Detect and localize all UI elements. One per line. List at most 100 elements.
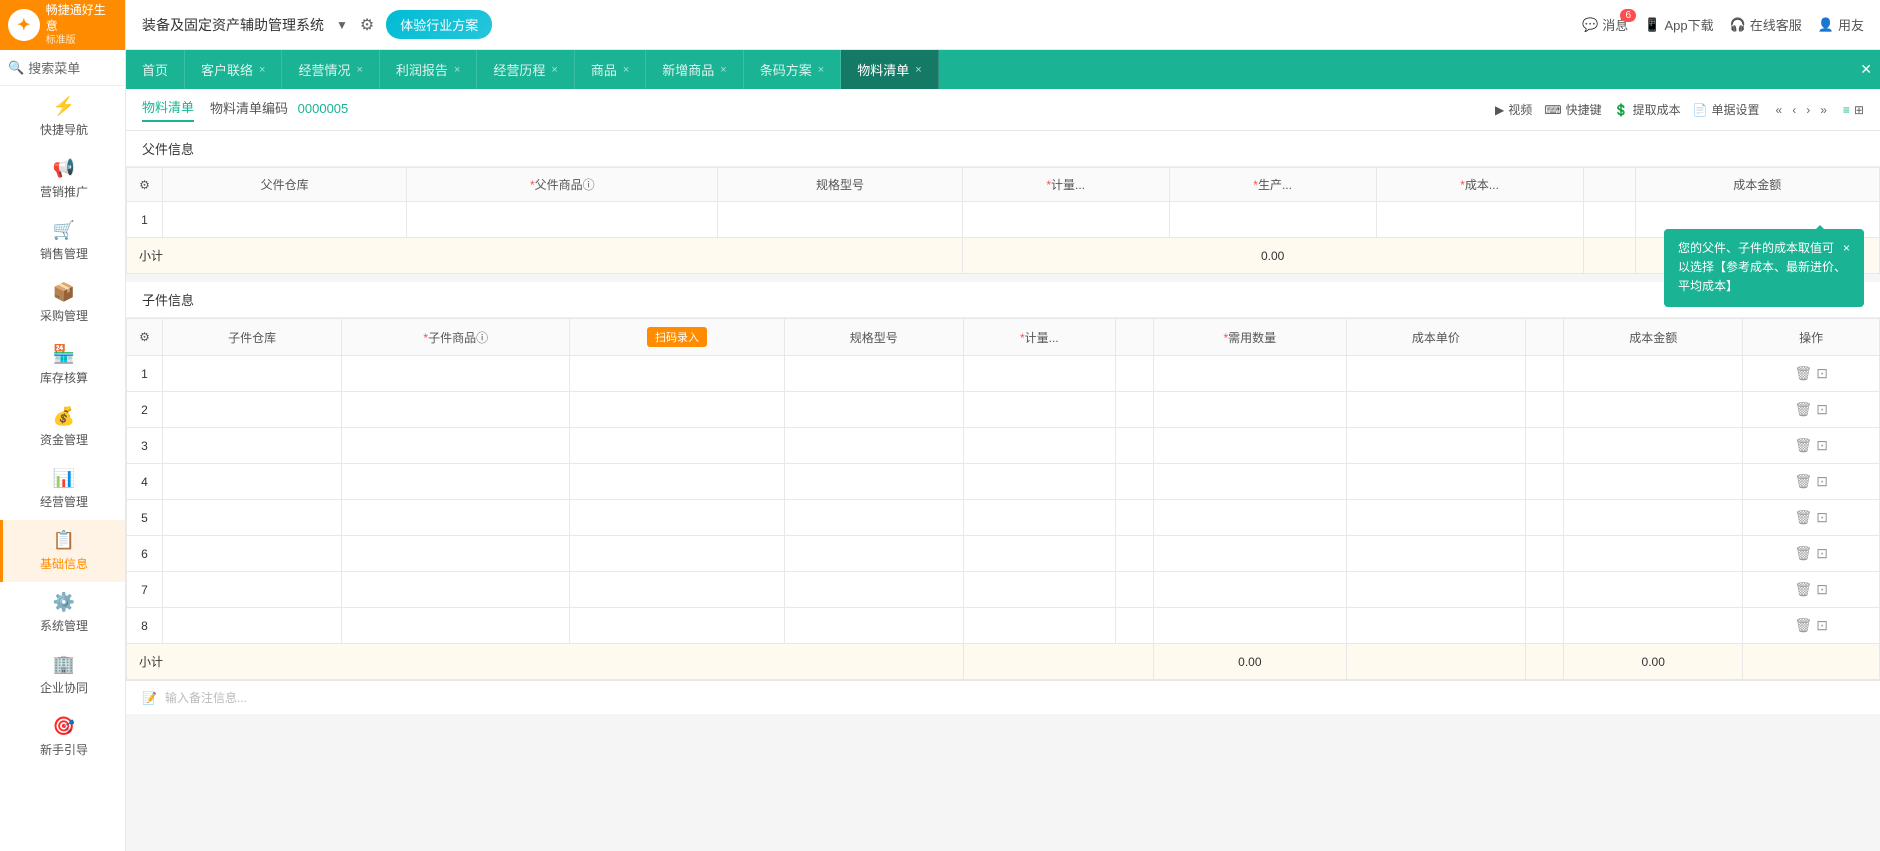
tab-history[interactable]: 经营历程 × bbox=[477, 50, 574, 89]
list-view-btn[interactable]: ≡ bbox=[1843, 103, 1850, 117]
copy-icon-7[interactable]: ⊡ bbox=[1816, 581, 1828, 598]
sidebar-item-finance[interactable]: 💰 资金管理 bbox=[0, 396, 125, 458]
child-row-7-unit-cost[interactable] bbox=[1346, 572, 1525, 608]
tab-barcode-close[interactable]: × bbox=[818, 64, 824, 76]
child-row-7-warehouse[interactable] bbox=[163, 572, 342, 608]
delete-icon-2[interactable]: 🗑 bbox=[1794, 401, 1812, 418]
child-row-8-qty[interactable] bbox=[1153, 608, 1346, 644]
tab-home[interactable]: 首页 bbox=[126, 50, 185, 89]
child-row-1-spec[interactable] bbox=[784, 356, 963, 392]
child-row-6-qty[interactable] bbox=[1153, 536, 1346, 572]
child-th-scan[interactable]: 扫码录入 bbox=[570, 319, 784, 356]
settings-button[interactable]: 📄 单据设置 bbox=[1693, 101, 1760, 118]
child-row-2-unit[interactable] bbox=[963, 392, 1115, 428]
child-row-5-spec[interactable] bbox=[784, 500, 963, 536]
tab-barcode[interactable]: 条码方案 × bbox=[744, 50, 841, 89]
system-dropdown[interactable]: ▼ bbox=[336, 18, 348, 32]
delete-icon-1[interactable]: 🗑 bbox=[1794, 365, 1812, 382]
copy-icon-2[interactable]: ⊡ bbox=[1816, 401, 1828, 418]
child-row-1-unit-cost[interactable] bbox=[1346, 356, 1525, 392]
copy-icon-5[interactable]: ⊡ bbox=[1816, 509, 1828, 526]
tab-profit-close[interactable]: × bbox=[454, 64, 460, 76]
tab-bom[interactable]: 物料清单 × bbox=[841, 50, 938, 89]
delete-icon-3[interactable]: 🗑 bbox=[1794, 437, 1812, 454]
child-row-3-qty[interactable] bbox=[1153, 428, 1346, 464]
sidebar-item-system[interactable]: ⚙️ 系统管理 bbox=[0, 582, 125, 644]
tab-bom-close[interactable]: × bbox=[915, 64, 921, 76]
parent-row-1-production[interactable] bbox=[1169, 202, 1376, 238]
child-row-7-unit[interactable] bbox=[963, 572, 1115, 608]
user-menu[interactable]: 👤 用友 bbox=[1818, 15, 1864, 34]
sidebar-item-sales[interactable]: 🛒 销售管理 bbox=[0, 210, 125, 272]
copy-icon-3[interactable]: ⊡ bbox=[1816, 437, 1828, 454]
child-row-3-warehouse[interactable] bbox=[163, 428, 342, 464]
child-row-7-goods[interactable] bbox=[342, 572, 570, 608]
grid-view-btn[interactable]: ⊞ bbox=[1854, 103, 1864, 117]
child-row-5-unit-cost[interactable] bbox=[1346, 500, 1525, 536]
tab-operations-close[interactable]: × bbox=[356, 64, 362, 76]
sidebar-item-guide[interactable]: 🎯 新手引导 bbox=[0, 706, 125, 768]
tab-history-close[interactable]: × bbox=[551, 64, 557, 76]
copy-icon-6[interactable]: ⊡ bbox=[1816, 545, 1828, 562]
tab-add-goods[interactable]: 新增商品 × bbox=[646, 50, 743, 89]
child-row-4-warehouse[interactable] bbox=[163, 464, 342, 500]
child-row-8-goods[interactable] bbox=[342, 608, 570, 644]
child-row-1-goods[interactable] bbox=[342, 356, 570, 392]
tooltip-close-btn[interactable]: × bbox=[1843, 239, 1850, 258]
child-row-4-spec[interactable] bbox=[784, 464, 963, 500]
child-row-8-unit-cost[interactable] bbox=[1346, 608, 1525, 644]
parent-row-1-cost[interactable] bbox=[1376, 202, 1583, 238]
tab-customer-close[interactable]: × bbox=[259, 64, 265, 76]
sidebar-item-operations[interactable]: 📊 经营管理 bbox=[0, 458, 125, 520]
child-row-5-qty[interactable] bbox=[1153, 500, 1346, 536]
tab-profit[interactable]: 利润报告 × bbox=[380, 50, 477, 89]
child-row-4-qty[interactable] bbox=[1153, 464, 1346, 500]
tab-goods[interactable]: 商品 × bbox=[575, 50, 646, 89]
cost-button[interactable]: 💲 提取成本 bbox=[1614, 101, 1681, 118]
child-row-4-unit-cost[interactable] bbox=[1346, 464, 1525, 500]
child-row-4-unit[interactable] bbox=[963, 464, 1115, 500]
child-row-8-warehouse[interactable] bbox=[163, 608, 342, 644]
settings-icon[interactable]: ⚙ bbox=[360, 15, 374, 35]
child-row-3-spec[interactable] bbox=[784, 428, 963, 464]
child-row-2-spec[interactable] bbox=[784, 392, 963, 428]
page-next-btn[interactable]: › bbox=[1802, 101, 1814, 119]
child-row-2-unit-cost[interactable] bbox=[1346, 392, 1525, 428]
child-row-2-goods[interactable] bbox=[342, 392, 570, 428]
child-row-3-unit[interactable] bbox=[963, 428, 1115, 464]
page-last-btn[interactable]: » bbox=[1816, 101, 1831, 119]
child-row-2-qty[interactable] bbox=[1153, 392, 1346, 428]
note-hint[interactable]: 输入备注信息... bbox=[165, 689, 247, 706]
delete-icon-4[interactable]: 🗑 bbox=[1794, 473, 1812, 490]
copy-icon-1[interactable]: ⊡ bbox=[1816, 365, 1828, 382]
child-row-1-warehouse[interactable] bbox=[163, 356, 342, 392]
child-row-6-unit-cost[interactable] bbox=[1346, 536, 1525, 572]
sub-tab-bom-list[interactable]: 物料清单 bbox=[142, 97, 194, 122]
scan-button[interactable]: 扫码录入 bbox=[647, 327, 707, 347]
sidebar-item-enterprise[interactable]: 🏢 企业协同 bbox=[0, 644, 125, 706]
online-service-button[interactable]: 🎧 在线客服 bbox=[1730, 15, 1802, 34]
parent-row-1-warehouse[interactable] bbox=[163, 202, 407, 238]
parent-row-1-unit[interactable] bbox=[962, 202, 1169, 238]
child-row-5-unit[interactable] bbox=[963, 500, 1115, 536]
child-row-4-goods[interactable] bbox=[342, 464, 570, 500]
child-th-gear[interactable]: ⚙ bbox=[127, 319, 163, 356]
parent-row-1-spec[interactable] bbox=[718, 202, 962, 238]
search-menu-item[interactable]: 🔍 搜索菜单 bbox=[0, 50, 125, 86]
child-row-1-qty[interactable] bbox=[1153, 356, 1346, 392]
delete-icon-8[interactable]: 🗑 bbox=[1794, 617, 1812, 634]
copy-icon-4[interactable]: ⊡ bbox=[1816, 473, 1828, 490]
delete-icon-7[interactable]: 🗑 bbox=[1794, 581, 1812, 598]
video-button[interactable]: ▶ 视频 bbox=[1495, 101, 1532, 118]
child-row-2-warehouse[interactable] bbox=[163, 392, 342, 428]
page-prev-btn[interactable]: ‹ bbox=[1788, 101, 1800, 119]
close-nav-icon[interactable]: ✕ bbox=[1852, 61, 1880, 78]
child-row-8-spec[interactable] bbox=[784, 608, 963, 644]
copy-icon-8[interactable]: ⊡ bbox=[1816, 617, 1828, 634]
child-row-6-warehouse[interactable] bbox=[163, 536, 342, 572]
tab-goods-close[interactable]: × bbox=[623, 64, 629, 76]
parent-th-gear[interactable]: ⚙ bbox=[127, 168, 163, 202]
child-row-5-warehouse[interactable] bbox=[163, 500, 342, 536]
sidebar-item-basic-info[interactable]: 📋 基础信息 bbox=[0, 520, 125, 582]
sidebar-item-marketing[interactable]: 📢 营销推广 bbox=[0, 148, 125, 210]
